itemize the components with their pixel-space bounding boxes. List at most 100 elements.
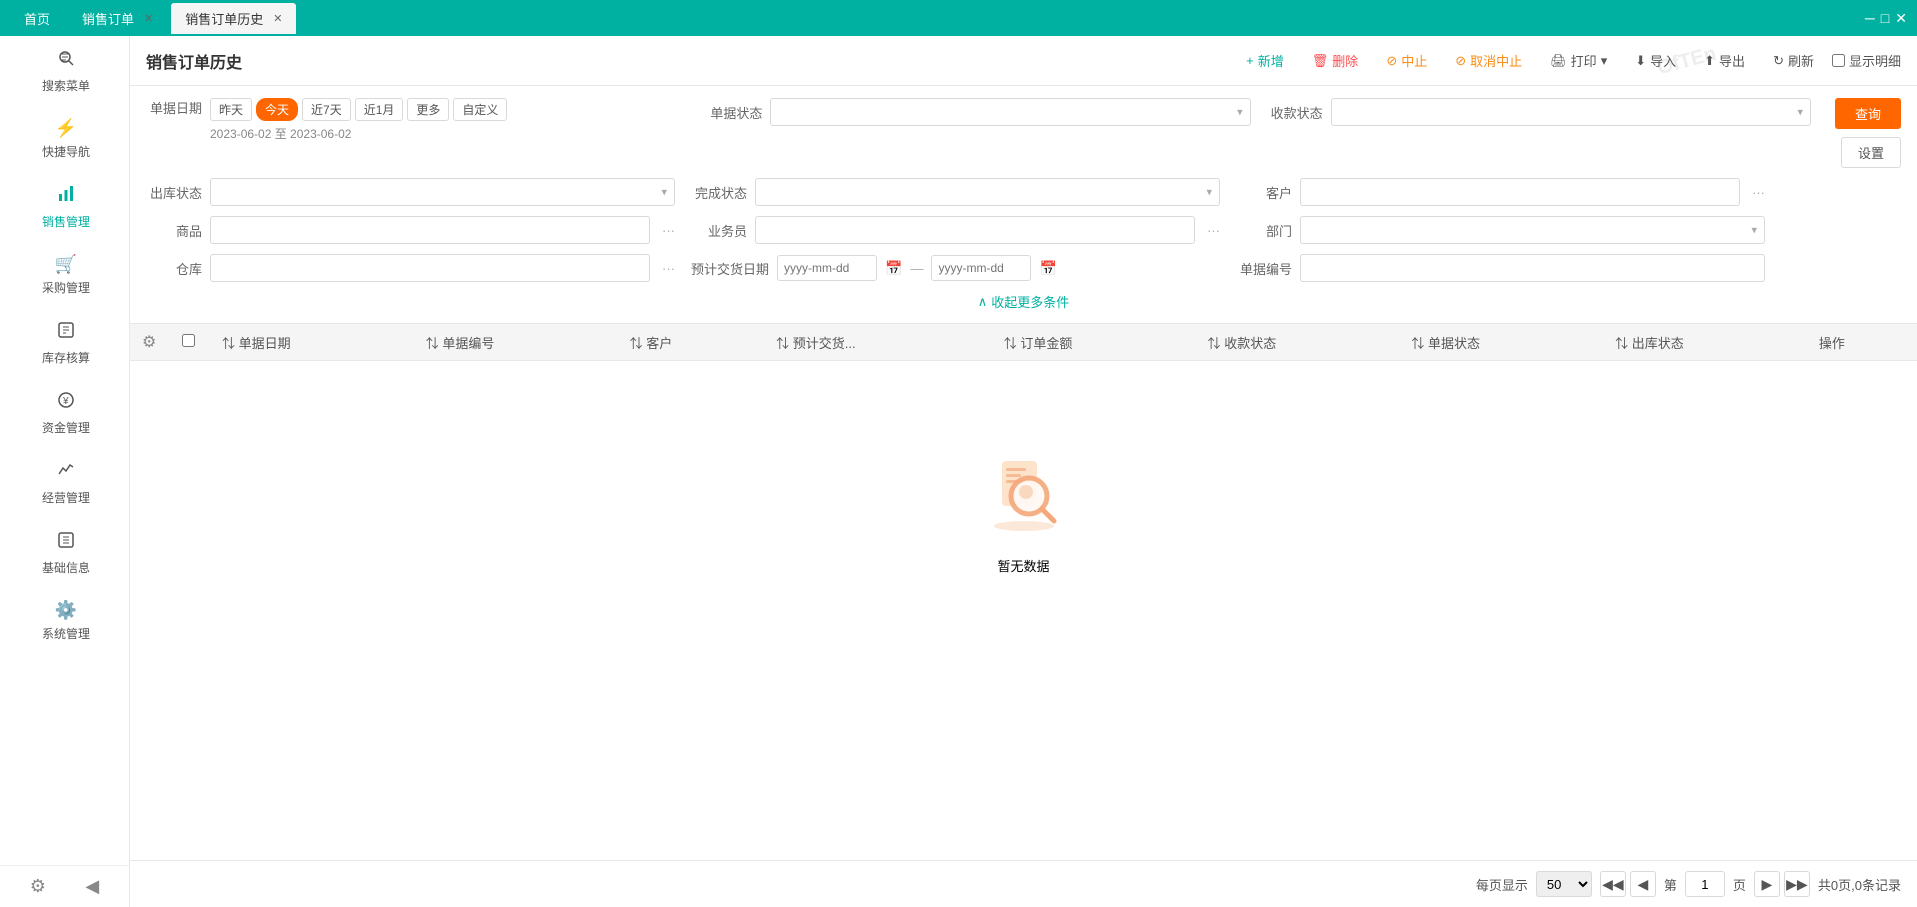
new-button[interactable]: + 新增 [1236, 46, 1294, 75]
col-bill-number: ⇅ 单据编号 [414, 324, 618, 361]
new-icon: + [1246, 53, 1254, 68]
print-button[interactable]: 🖨 打印 ▾ [1540, 46, 1617, 75]
warehouse-status-select[interactable] [210, 178, 675, 206]
goods-input[interactable] [210, 216, 650, 244]
next-page-btn[interactable]: ▶ [1754, 871, 1780, 897]
date-btn-today[interactable]: 今天 [256, 98, 298, 121]
stop-button[interactable]: ⊘ 中止 [1376, 46, 1437, 75]
tab-sales-order-history[interactable]: 销售订单历史 ✕ [171, 3, 296, 34]
query-button[interactable]: 查询 [1835, 98, 1901, 129]
export-button[interactable]: ⬆ 导出 [1694, 46, 1755, 75]
search-menu-icon [56, 48, 76, 73]
department-select[interactable] [1300, 216, 1765, 244]
tab-sales-order-label: 销售订单 [82, 9, 134, 28]
col-warehouse-status-sort-icon[interactable]: ⇅ [1615, 336, 1628, 351]
tab-sales-order[interactable]: 销售订单 ✕ [68, 3, 167, 34]
minimize-btn[interactable]: ─ [1865, 10, 1875, 26]
col-bill-date-sort-icon[interactable]: ⇅ [222, 336, 235, 351]
tab-sales-order-history-close[interactable]: ✕ [273, 12, 282, 25]
top-bar: 首页 销售订单 ✕ 销售订单历史 ✕ ─ □ ✕ [0, 0, 1917, 36]
svg-text:¥: ¥ [62, 396, 69, 407]
sidebar-item-purchase-mgmt[interactable]: 🛒 采购管理 [0, 242, 129, 308]
content-area: 销售订单历史 + 新增 🗑 删除 ⊘ 中止 ⊘ 取消中止 [130, 36, 1917, 907]
goods-dots-icon[interactable]: ··· [662, 223, 675, 238]
sidebar-item-search-menu[interactable]: 搜索菜单 [0, 36, 129, 106]
col-order-amount: ⇅ 订单金额 [992, 324, 1196, 361]
total-text: 共0页,0条记录 [1818, 875, 1901, 894]
delivery-date-to-wrap [931, 255, 1031, 281]
print-label: 打印 [1571, 51, 1597, 70]
last-page-btn[interactable]: ▶▶ [1784, 871, 1810, 897]
prev-page-btn[interactable]: ◀ [1630, 871, 1656, 897]
cancel-stop-button[interactable]: ⊘ 取消中止 [1445, 46, 1532, 75]
first-page-btn[interactable]: ◀◀ [1600, 871, 1626, 897]
delivery-date-to[interactable] [931, 255, 1031, 281]
close-btn[interactable]: ✕ [1895, 10, 1907, 27]
delivery-date-from[interactable] [777, 255, 877, 281]
warehouse-input[interactable] [210, 254, 650, 282]
page-size-label: 每页显示 [1476, 875, 1528, 894]
page-size-select[interactable]: 10 20 50 100 [1536, 871, 1592, 897]
col-bill-number-sort-icon[interactable]: ⇅ [426, 336, 439, 351]
col-order-amount-sort-icon[interactable]: ⇅ [1004, 336, 1017, 351]
bill-status-select[interactable] [770, 98, 1250, 126]
payment-status-select[interactable] [1331, 98, 1811, 126]
finance-mgmt-icon: ¥ [56, 390, 76, 415]
display-detail-checkbox[interactable] [1832, 54, 1845, 67]
table-settings-icon[interactable]: ⚙ [142, 334, 156, 351]
sidebar-item-operations-mgmt[interactable]: 经营管理 [0, 448, 129, 518]
quick-nav-icon: ⚡ [55, 118, 77, 139]
sidebar-item-finance-mgmt[interactable]: ¥ 资金管理 [0, 378, 129, 448]
print-icon: 🖨 [1550, 53, 1567, 69]
sidebar-item-system-mgmt[interactable]: ⚙️ 系统管理 [0, 588, 129, 654]
date-btn-1month[interactable]: 近1月 [355, 98, 404, 121]
sidebar-item-inventory-calc-label: 库存核算 [42, 349, 90, 366]
sidebar: 搜索菜单 ⚡ 快捷导航 销售管理 🛒 采购管理 库存核算 ¥ 资金管理 [0, 36, 130, 907]
sidebar-settings-btn[interactable]: ⚙ [30, 876, 46, 897]
maximize-btn[interactable]: □ [1881, 10, 1889, 26]
collapse-link[interactable]: ∧ 收起更多条件 [146, 292, 1901, 311]
setting-button[interactable]: 设置 [1841, 137, 1901, 168]
date-btn-more[interactable]: 更多 [407, 98, 449, 121]
date-btn-yesterday[interactable]: 昨天 [210, 98, 252, 121]
page-unit: 页 [1733, 875, 1746, 894]
sidebar-collapse-btn[interactable]: ◀ [85, 876, 99, 897]
refresh-button[interactable]: ↻ 刷新 [1763, 46, 1824, 75]
col-customer-sort-icon[interactable]: ⇅ [630, 336, 643, 351]
sidebar-item-inventory-calc[interactable]: 库存核算 [0, 308, 129, 378]
page-nav: ◀◀ ◀ 第 页 ▶ ▶▶ [1600, 871, 1810, 897]
sidebar-item-quick-nav-label: 快捷导航 [42, 143, 90, 160]
customer-dots-icon[interactable]: ··· [1752, 185, 1765, 200]
col-payment-status-sort-icon[interactable]: ⇅ [1208, 336, 1221, 351]
complete-status-select[interactable] [755, 178, 1220, 206]
sidebar-item-quick-nav[interactable]: ⚡ 快捷导航 [0, 106, 129, 172]
customer-input[interactable] [1300, 178, 1740, 206]
select-all-checkbox[interactable] [182, 334, 195, 347]
sales-rep-dots-icon[interactable]: ··· [1207, 223, 1220, 238]
date-btn-custom[interactable]: 自定义 [453, 98, 507, 121]
col-bill-status-sort-icon[interactable]: ⇅ [1411, 336, 1424, 351]
bill-number-input[interactable] [1300, 254, 1765, 282]
delete-button[interactable]: 🗑 删除 [1302, 46, 1369, 75]
stop-label: 中止 [1401, 51, 1427, 70]
calendar-to-icon[interactable]: 📅 [1039, 260, 1056, 277]
tab-sales-order-close[interactable]: ✕ [144, 12, 153, 25]
import-label: 导入 [1650, 51, 1676, 70]
col-customer: ⇅ 客户 [618, 324, 765, 361]
pagination: 每页显示 10 20 50 100 ◀◀ ◀ 第 页 ▶ ▶▶ 共0页,0条记录 [130, 860, 1917, 907]
sidebar-item-sales-mgmt[interactable]: 销售管理 [0, 172, 129, 242]
calendar-from-icon[interactable]: 📅 [885, 260, 902, 277]
tab-home[interactable]: 首页 [10, 3, 64, 34]
date-range-options: 昨天 今天 近7天 近1月 更多 自定义 [210, 98, 507, 121]
inventory-calc-icon [56, 320, 76, 345]
basic-info-icon [56, 530, 76, 555]
col-warehouse-status: ⇅ 出库状态 [1603, 324, 1807, 361]
import-button[interactable]: ⬇ 导入 [1625, 46, 1686, 75]
date-btn-7days[interactable]: 近7天 [302, 98, 351, 121]
page-number-input[interactable] [1685, 871, 1725, 897]
sidebar-item-basic-info[interactable]: 基础信息 [0, 518, 129, 588]
sales-rep-input[interactable] [755, 216, 1195, 244]
warehouse-dots-icon[interactable]: ··· [662, 261, 675, 276]
col-expected-delivery-sort-icon[interactable]: ⇅ [776, 336, 789, 351]
display-detail-toggle: 显示明细 [1832, 51, 1901, 70]
